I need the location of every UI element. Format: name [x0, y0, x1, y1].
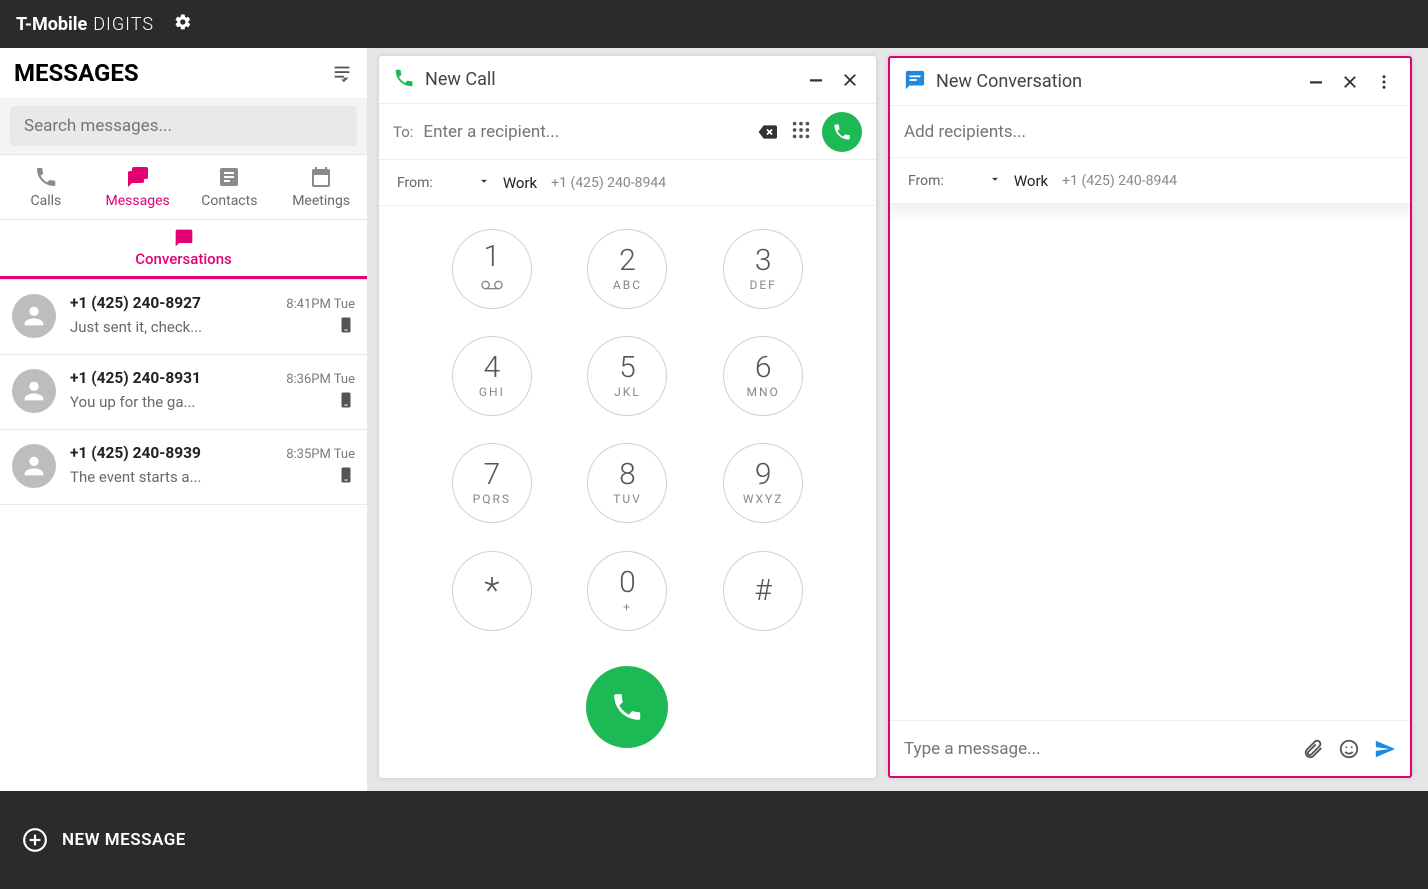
dial-key-0[interactable]: 0+ — [587, 551, 667, 631]
dial-key-1[interactable]: 1 — [452, 229, 532, 309]
conversation-number: +1 (425) 240-8931 — [70, 369, 201, 387]
brand-light: DIGITS — [93, 14, 154, 35]
start-call-button[interactable] — [822, 112, 862, 152]
dial-key-6[interactable]: 6MNO — [723, 336, 803, 416]
more-menu-icon[interactable] — [1372, 70, 1396, 94]
bottom-bar: NEW MESSAGE — [0, 791, 1428, 889]
tab-calls[interactable]: Calls — [0, 155, 92, 219]
dial-key-star[interactable]: * — [452, 551, 532, 631]
conversation-number: +1 (425) 240-8939 — [70, 444, 201, 462]
conversation-time: 8:41PM Tue — [286, 297, 355, 312]
from-line-name[interactable]: Work — [503, 174, 537, 192]
chat-icon — [904, 69, 926, 95]
dial-key-3[interactable]: 3DEF — [723, 229, 803, 309]
phone-device-icon — [337, 389, 355, 415]
to-label: To: — [393, 123, 413, 141]
sidebar: MESSAGES Calls Messages Contacts — [0, 48, 367, 791]
from-label: From: — [397, 175, 433, 191]
filter-dropdown-icon[interactable] — [331, 62, 353, 84]
panel-title: New Call — [425, 69, 794, 90]
panel-title: New Conversation — [936, 71, 1294, 92]
from-line-number: +1 (425) 240-8944 — [1062, 173, 1177, 189]
conversation-preview: The event starts a... — [70, 468, 201, 486]
minimize-button[interactable] — [1304, 70, 1328, 94]
tab-meetings[interactable]: Meetings — [275, 155, 367, 219]
conversation-preview: You up for the ga... — [70, 393, 195, 411]
brand-bold: T-Mobile — [16, 14, 87, 35]
minimize-button[interactable] — [804, 68, 828, 92]
dial-key-4[interactable]: 4GHI — [452, 336, 532, 416]
dial-key-7[interactable]: 7PQRS — [452, 443, 532, 523]
attachment-icon[interactable] — [1302, 738, 1324, 760]
tab-label: Messages — [106, 193, 170, 209]
shadow-separator — [890, 204, 1410, 224]
tab-label: Meetings — [292, 193, 350, 209]
tab-label: Contacts — [201, 193, 257, 209]
new-message-button[interactable]: NEW MESSAGE — [62, 830, 186, 850]
main-area: New Call To: From: Work +1 (425) 240-894… — [367, 48, 1428, 791]
subtab-label: Conversations — [135, 250, 232, 268]
list-item[interactable]: +1 (425) 240-8939 8:35PM Tue The event st… — [0, 430, 367, 505]
new-conversation-panel: New Conversation From: Work +1 (425) 240… — [888, 56, 1412, 778]
conversation-time: 8:35PM Tue — [286, 447, 355, 462]
search-input[interactable] — [10, 106, 357, 146]
phone-icon — [393, 67, 415, 93]
tab-label: Calls — [30, 193, 61, 209]
from-label: From: — [908, 173, 944, 189]
from-line-number: +1 (425) 240-8944 — [551, 175, 666, 191]
dialpad: 1 2ABC 3DEF 4GHI 5JKL 6MNO 7PQRS 8TUV 9W… — [379, 206, 876, 778]
new-message-plus-icon[interactable] — [22, 827, 48, 853]
tab-contacts[interactable]: Contacts — [184, 155, 276, 219]
compose-input[interactable] — [904, 739, 1288, 759]
phone-device-icon — [337, 314, 355, 340]
close-button[interactable] — [1338, 70, 1362, 94]
recipients-input[interactable] — [904, 122, 1396, 142]
tab-messages[interactable]: Messages — [92, 155, 184, 219]
message-thread-area — [890, 224, 1410, 720]
conversation-time: 8:36PM Tue — [286, 372, 355, 387]
settings-gear-icon[interactable] — [174, 13, 192, 35]
avatar — [12, 294, 56, 338]
emoji-icon[interactable] — [1338, 738, 1360, 760]
conversation-number: +1 (425) 240-8927 — [70, 294, 201, 312]
sidebar-tabs: Calls Messages Contacts Meetings — [0, 154, 367, 220]
avatar — [12, 369, 56, 413]
sidebar-header: MESSAGES — [0, 48, 367, 98]
recipient-input[interactable] — [423, 122, 744, 142]
dial-key-5[interactable]: 5JKL — [587, 336, 667, 416]
conversation-preview: Just sent it, check... — [70, 318, 202, 336]
app-top-bar: T-Mobile DIGITS — [0, 0, 1428, 48]
compose-bar — [890, 720, 1410, 776]
page-title: MESSAGES — [14, 59, 139, 87]
dial-key-9[interactable]: 9WXYZ — [723, 443, 803, 523]
dial-key-8[interactable]: 8TUV — [587, 443, 667, 523]
voicemail-icon — [481, 276, 503, 295]
from-line-name[interactable]: Work — [1014, 172, 1048, 190]
new-call-panel: New Call To: From: Work +1 (425) 240-894… — [379, 56, 876, 778]
phone-device-icon — [337, 464, 355, 490]
chevron-down-icon[interactable] — [477, 173, 491, 192]
backspace-icon[interactable] — [754, 122, 780, 142]
close-button[interactable] — [838, 68, 862, 92]
subtab-conversations[interactable]: Conversations — [0, 220, 367, 279]
list-item[interactable]: +1 (425) 240-8931 8:36PM Tue You up for t… — [0, 355, 367, 430]
conversation-list: +1 (425) 240-8927 8:41PM Tue Just sent it… — [0, 280, 367, 791]
avatar — [12, 444, 56, 488]
dial-key-2[interactable]: 2ABC — [587, 229, 667, 309]
list-item[interactable]: +1 (425) 240-8927 8:41PM Tue Just sent it… — [0, 280, 367, 355]
dial-key-hash[interactable]: # — [723, 551, 803, 631]
place-call-button[interactable] — [586, 666, 668, 748]
chevron-down-icon[interactable] — [988, 171, 1002, 190]
send-icon[interactable] — [1374, 738, 1396, 760]
dialpad-toggle-icon[interactable] — [790, 119, 812, 145]
